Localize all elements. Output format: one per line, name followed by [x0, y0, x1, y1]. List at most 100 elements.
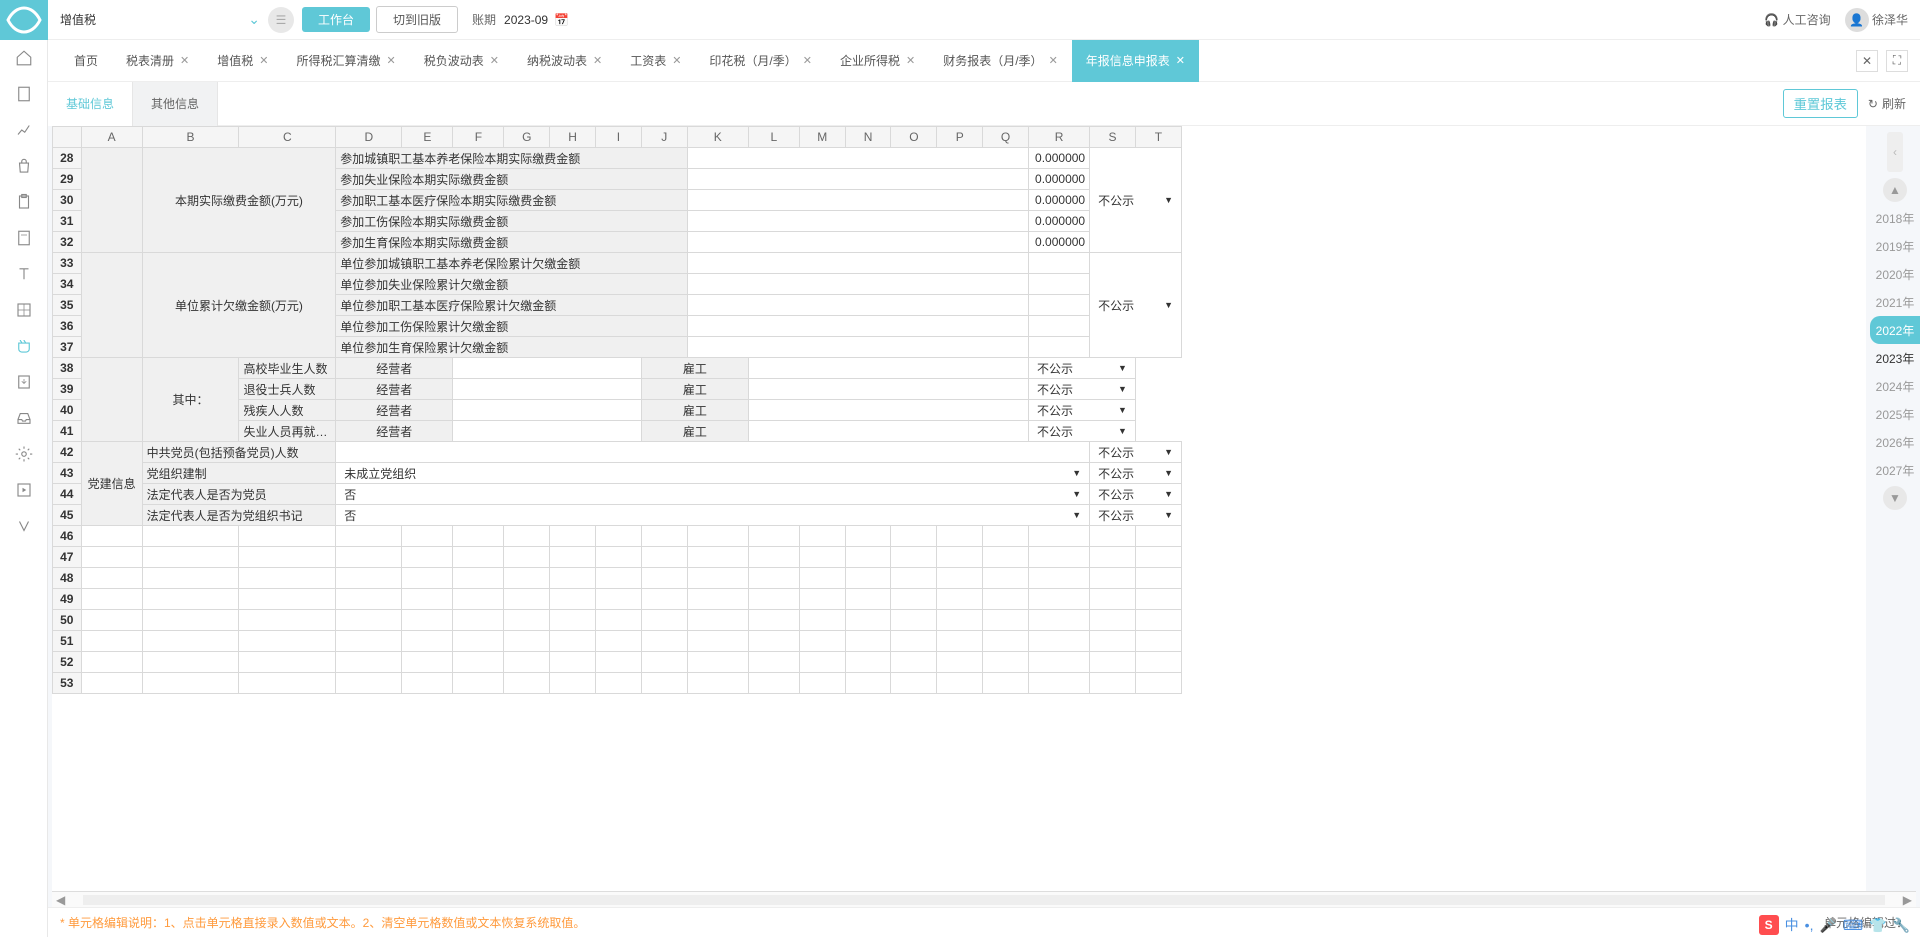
cell[interactable]	[983, 673, 1029, 694]
cell[interactable]	[81, 526, 142, 547]
col-header-S[interactable]: S	[1090, 127, 1136, 148]
row-header-37[interactable]: 37	[53, 337, 82, 358]
nav-text-icon[interactable]	[0, 256, 48, 292]
cell[interactable]	[402, 526, 453, 547]
disclose-cell[interactable]: 不公示▼	[1090, 463, 1182, 484]
spreadsheet[interactable]: ABCDEFGHIJKLMNOPQRST28本期实际缴费金额(万元)参加城镇职工…	[52, 126, 1866, 891]
reset-report-button[interactable]: 重置报表	[1783, 89, 1858, 118]
value-dropdown[interactable]: 未成立党组织▼	[340, 465, 1085, 482]
row-header-44[interactable]: 44	[53, 484, 82, 505]
cell[interactable]	[142, 526, 239, 547]
row-header-51[interactable]: 51	[53, 631, 82, 652]
refresh-button[interactable]: ↻ 刷新	[1868, 95, 1906, 112]
tab-5[interactable]: 纳税波动表✕	[513, 40, 616, 82]
cell[interactable]	[504, 673, 550, 694]
ime-badge-icon[interactable]: S	[1759, 915, 1779, 935]
cell[interactable]	[402, 673, 453, 694]
close-icon[interactable]: ✕	[259, 54, 268, 67]
cell[interactable]	[402, 589, 453, 610]
cell[interactable]	[641, 652, 687, 673]
ime-tool-icon[interactable]: 🔧	[1893, 917, 1910, 934]
cell[interactable]	[937, 589, 983, 610]
cell[interactable]	[550, 568, 596, 589]
detail-cell[interactable]: 参加城镇职工基本养老保险本期实际缴费金额	[336, 148, 687, 169]
nav-v-icon[interactable]	[0, 508, 48, 544]
cell[interactable]	[641, 547, 687, 568]
disclose-cell[interactable]: 不公示▼	[1090, 484, 1182, 505]
employee-cell[interactable]: 雇工	[641, 358, 748, 379]
disclose-cell[interactable]: 不公示▼	[1028, 400, 1135, 421]
tab-2[interactable]: 增值税✕	[203, 40, 282, 82]
cell[interactable]	[596, 589, 642, 610]
col-header-E[interactable]: E	[402, 127, 453, 148]
row-header-34[interactable]: 34	[53, 274, 82, 295]
value-cell[interactable]: 0.000000	[1028, 169, 1089, 190]
value-cell[interactable]	[1028, 295, 1089, 316]
cell[interactable]	[983, 568, 1029, 589]
tab-3[interactable]: 所得税汇算清缴✕	[282, 40, 409, 82]
cell[interactable]	[799, 547, 845, 568]
cell[interactable]	[402, 610, 453, 631]
col-header-K[interactable]: K	[687, 127, 748, 148]
user-menu[interactable]: 👤 徐泽华	[1845, 8, 1908, 32]
row-header-41[interactable]: 41	[53, 421, 82, 442]
horizontal-scrollbar[interactable]: ◀▶	[52, 891, 1916, 907]
employee-cell[interactable]: 雇工	[641, 379, 748, 400]
cell[interactable]	[1090, 631, 1136, 652]
detail-cell[interactable]: 单位参加职工基本医疗保险累计欠缴金额	[336, 295, 687, 316]
value-input[interactable]	[687, 148, 1028, 169]
close-icon[interactable]: ✕	[490, 54, 499, 67]
cell[interactable]	[239, 568, 336, 589]
row-header-30[interactable]: 30	[53, 190, 82, 211]
item-cell[interactable]: 失业人员再就业人数	[239, 421, 336, 442]
disclose-cell[interactable]: 不公示▼	[1028, 379, 1135, 400]
cell[interactable]	[845, 631, 891, 652]
cell[interactable]	[550, 631, 596, 652]
cell[interactable]	[799, 652, 845, 673]
cell[interactable]	[1090, 589, 1136, 610]
close-all-tabs-icon[interactable]: ✕	[1856, 50, 1878, 72]
cell[interactable]	[799, 610, 845, 631]
col-header-B[interactable]: B	[142, 127, 239, 148]
cell[interactable]	[596, 631, 642, 652]
ime-lang[interactable]: 中	[1785, 915, 1799, 935]
disclose-dropdown[interactable]: 不公示▼	[1033, 402, 1131, 419]
cell[interactable]	[1135, 610, 1181, 631]
year-2022年[interactable]: 2022年	[1870, 316, 1920, 344]
value-input[interactable]	[453, 421, 641, 442]
cell[interactable]	[891, 610, 937, 631]
cell[interactable]	[1028, 589, 1089, 610]
col-header-P[interactable]: P	[937, 127, 983, 148]
cell[interactable]	[453, 526, 504, 547]
cell[interactable]	[937, 631, 983, 652]
cell[interactable]	[1135, 547, 1181, 568]
cell[interactable]	[239, 526, 336, 547]
switch-old-button[interactable]: 切到旧版	[376, 6, 458, 33]
cell[interactable]	[845, 610, 891, 631]
item-cell[interactable]: 残疾人人数	[239, 400, 336, 421]
value-input[interactable]	[748, 358, 1028, 379]
cell[interactable]	[748, 631, 799, 652]
disclose-cell[interactable]: 不公示▼	[1090, 505, 1182, 526]
item-cell[interactable]: 退役士兵人数	[239, 379, 336, 400]
detail-cell[interactable]: 参加职工基本医疗保险本期实际缴费金额	[336, 190, 687, 211]
cell-blank[interactable]	[81, 148, 142, 253]
cell[interactable]	[550, 526, 596, 547]
ime-mic-icon[interactable]: 🎤	[1819, 917, 1836, 934]
cell[interactable]	[239, 673, 336, 694]
cell[interactable]	[1028, 526, 1089, 547]
cell[interactable]	[891, 631, 937, 652]
wide-value-cell[interactable]: 未成立党组织▼	[336, 463, 1090, 484]
cell[interactable]	[453, 547, 504, 568]
cell[interactable]	[799, 673, 845, 694]
value-input[interactable]	[453, 400, 641, 421]
detail-cell[interactable]: 单位参加失业保险累计欠缴金额	[336, 274, 687, 295]
cell[interactable]	[1090, 526, 1136, 547]
tab-10[interactable]: 年报信息申报表✕	[1072, 40, 1199, 82]
cell-blank[interactable]	[81, 358, 142, 442]
cell[interactable]	[81, 610, 142, 631]
cell[interactable]	[799, 589, 845, 610]
cell[interactable]	[239, 589, 336, 610]
cell[interactable]	[550, 673, 596, 694]
row-header-52[interactable]: 52	[53, 652, 82, 673]
